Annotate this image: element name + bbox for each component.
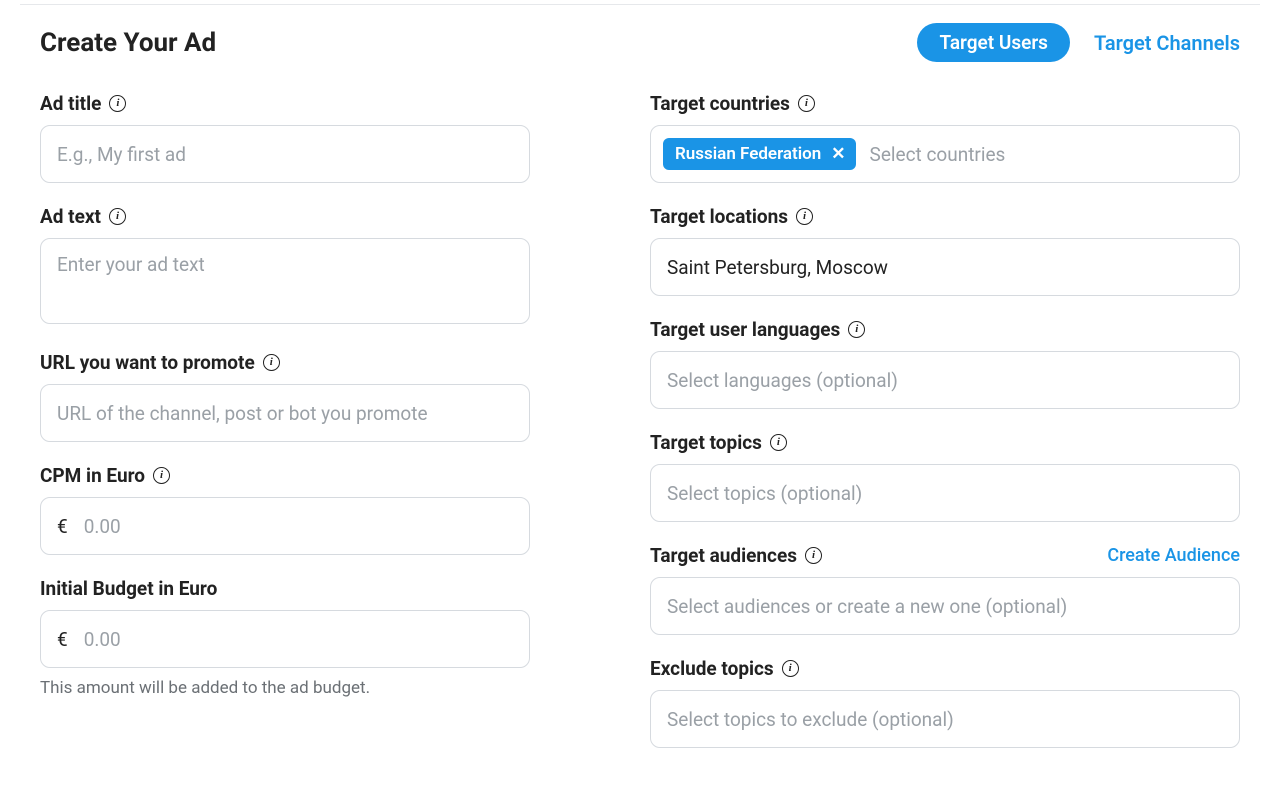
target-topics-label: Target topics [650,431,762,454]
info-icon[interactable]: i [796,208,813,225]
exclude-placeholder: Select topics to exclude (optional) [663,708,954,731]
info-icon[interactable]: i [770,434,787,451]
info-icon[interactable]: i [153,467,170,484]
target-countries-input[interactable]: Russian Federation ✕ Select countries [650,125,1240,183]
cpm-label: CPM in Euro [40,464,145,487]
info-icon[interactable]: i [798,95,815,112]
info-icon[interactable]: i [109,95,126,112]
tab-target-users[interactable]: Target Users [917,23,1069,62]
tab-target-channels[interactable]: Target Channels [1094,31,1240,55]
url-input[interactable] [40,384,530,442]
budget-input[interactable] [82,627,513,652]
target-tabs: Target Users Target Channels [917,23,1240,62]
ad-text-label: Ad text [40,205,101,228]
audiences-placeholder: Select audiences or create a new one (op… [663,595,1067,618]
info-icon[interactable]: i [109,208,126,225]
info-icon[interactable]: i [805,547,822,564]
target-languages-label: Target user languages [650,318,840,341]
target-audiences-input[interactable]: Select audiences or create a new one (op… [650,577,1240,635]
exclude-topics-input[interactable]: Select topics to exclude (optional) [650,690,1240,748]
budget-hint: This amount will be added to the ad budg… [40,678,530,698]
euro-icon: € [57,515,68,538]
info-icon[interactable]: i [782,660,799,677]
target-audiences-label: Target audiences [650,544,797,567]
country-chip-label: Russian Federation [675,144,821,164]
url-label: URL you want to promote [40,351,255,374]
target-locations-input[interactable] [650,238,1240,296]
exclude-topics-label: Exclude topics [650,657,774,680]
euro-icon: € [57,628,68,651]
budget-field[interactable]: € [40,610,530,668]
ad-title-label: Ad title [40,92,101,115]
target-languages-input[interactable]: Select languages (optional) [650,351,1240,409]
target-locations-label: Target locations [650,205,788,228]
info-icon[interactable]: i [848,321,865,338]
ad-text-input[interactable] [40,238,530,324]
countries-placeholder: Select countries [866,143,1006,166]
info-icon[interactable]: i [263,354,280,371]
budget-label: Initial Budget in Euro [40,577,217,600]
cpm-input[interactable] [82,514,513,539]
target-countries-label: Target countries [650,92,790,115]
close-icon[interactable]: ✕ [831,146,845,163]
ad-title-input[interactable] [40,125,530,183]
create-audience-link[interactable]: Create Audience [1107,545,1240,566]
page-title: Create Your Ad [40,28,216,58]
topics-placeholder: Select topics (optional) [663,482,862,505]
divider [20,4,1260,5]
target-topics-input[interactable]: Select topics (optional) [650,464,1240,522]
country-chip[interactable]: Russian Federation ✕ [663,138,856,170]
cpm-field[interactable]: € [40,497,530,555]
languages-placeholder: Select languages (optional) [663,369,898,392]
